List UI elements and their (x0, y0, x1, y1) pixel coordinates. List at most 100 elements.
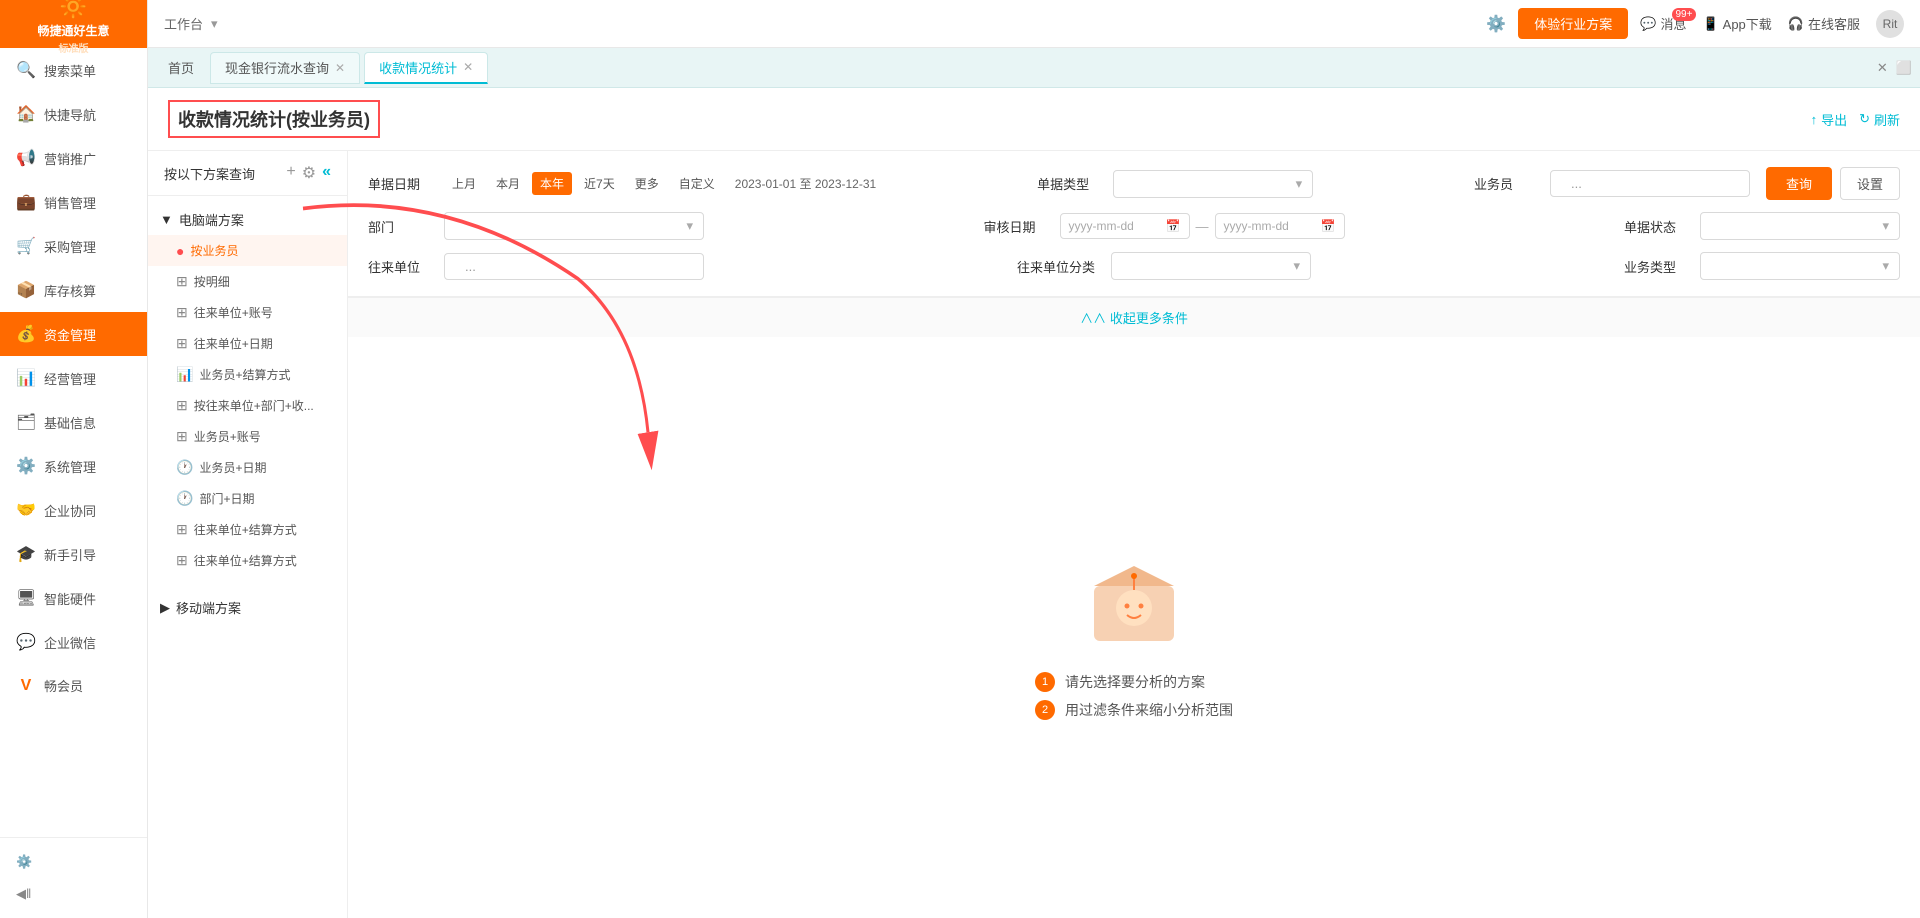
scheme-unit-settlement2[interactable]: ⊞ 往来单位+结算方式 (148, 545, 347, 576)
sidebar-item-finance[interactable]: 💰 资金管理 (0, 312, 147, 356)
vip-icon: V (16, 677, 36, 695)
scheme-label: 业务员+结算方式 (199, 366, 290, 383)
date-tab-thismonth[interactable]: 本月 (488, 172, 528, 195)
sidebar-item-label: 经营管理 (44, 369, 96, 388)
desktop-section-header[interactable]: ▼ 电脑端方案 (148, 204, 347, 235)
scheme-label: 往来单位+日期 (194, 335, 273, 352)
add-scheme-icon[interactable]: + (286, 163, 295, 183)
chevron-down-icon: ▼ (160, 212, 173, 227)
refresh-button[interactable]: ↻ 刷新 (1859, 110, 1900, 129)
scheme-unit-dept-recv[interactable]: ⊞ 按往来单位+部门+收... (148, 390, 347, 421)
sidebar-item-collab[interactable]: 🤝 企业协同 (0, 488, 147, 532)
scheme-icon-dept-recv: ⊞ (176, 397, 188, 414)
sidebar-settings-btn[interactable]: ⚙️ (0, 846, 147, 878)
docstatus-label: 单据状态 (1624, 217, 1684, 236)
tab-maximize-icon[interactable]: ⬜ (1896, 60, 1912, 76)
tab-bank[interactable]: 现金银行流水查询 ✕ (210, 52, 360, 84)
sidebar-item-wechat[interactable]: 💬 企业微信 (0, 620, 147, 664)
step-1-text: 请先选择要分析的方案 (1065, 672, 1205, 692)
sidebar-item-label: 销售管理 (44, 193, 96, 212)
doctype-dropdown-arrow: ▾ (1296, 176, 1303, 192)
filter-settings-button[interactable]: 设置 (1840, 167, 1900, 200)
marketing-icon: 📢 (16, 148, 36, 168)
scheme-salesperson-account[interactable]: ⊞ 业务员+账号 (148, 421, 347, 452)
date-range-display: 2023-01-01 至 2023-12-31 (735, 175, 876, 192)
sidebar-item-label: 基础信息 (44, 413, 96, 432)
online-service-btn[interactable]: 🎧 在线客服 (1788, 14, 1860, 33)
date-tab-thisyear[interactable]: 本年 (532, 172, 572, 195)
sidebar-item-label: 新手引导 (44, 545, 96, 564)
mobile-section: ▶ 移动端方案 (148, 584, 347, 631)
dept-select[interactable]: ▾ (444, 212, 704, 240)
scheme-icon-unit-settle1: ⊞ (176, 521, 188, 538)
collapse-bar[interactable]: ∧∧ 收起更多条件 (348, 297, 1920, 337)
tab-close-all-icon[interactable]: ✕ (1877, 60, 1888, 76)
scheme-dept-date[interactable]: 🕐 部门+日期 (148, 483, 347, 514)
review-date-end[interactable]: yyyy-mm-dd 📅 (1215, 213, 1345, 239)
scheme-salesperson-date[interactable]: 🕐 业务员+日期 (148, 452, 347, 483)
filter-row-3: 往来单位 ... 往来单位分类 ▾ 业务类型 (368, 252, 1900, 280)
message-badge[interactable]: 💬 消息 99+ (1640, 14, 1686, 33)
download-icon: 📱 (1702, 16, 1718, 32)
scheme-settings-icon[interactable]: ⚙ (302, 163, 316, 183)
logo-text: 畅捷通好生意 (37, 22, 109, 39)
counterparty-cat-select[interactable]: ▾ (1111, 252, 1311, 280)
scheme-by-salesperson[interactable]: ● 按业务员 (148, 235, 347, 266)
sidebar-item-sales[interactable]: 💼 销售管理 (0, 180, 147, 224)
query-button[interactable]: 查询 (1766, 167, 1832, 200)
sidebar-item-quicknav[interactable]: 🏠 快捷导航 (0, 92, 147, 136)
sidebar-item-purchase[interactable]: 🛒 采购管理 (0, 224, 147, 268)
app-download-btn[interactable]: 📱 App下载 (1702, 14, 1771, 33)
sidebar-collapse-btn[interactable]: ◀‖ (0, 878, 147, 910)
sidebar-item-vip[interactable]: V 畅会员 (0, 664, 147, 707)
date-tab-7days[interactable]: 近7天 (576, 172, 623, 195)
breadcrumb-arrow: ▾ (211, 16, 218, 32)
empty-steps: 1 请先选择要分析的方案 2 用过滤条件来缩小分析范围 (1035, 672, 1233, 720)
header-settings-icon[interactable]: ⚙️ (1486, 14, 1506, 34)
trial-button[interactable]: 体验行业方案 (1518, 8, 1628, 39)
tab-home[interactable]: 首页 (156, 58, 206, 77)
review-date-end-placeholder: yyyy-mm-dd (1224, 219, 1289, 233)
scheme-unit-date[interactable]: ⊞ 往来单位+日期 (148, 328, 347, 359)
doc-status-select[interactable]: ▾ (1700, 212, 1900, 240)
date-tabs: 上月 本月 本年 近7天 更多 自定义 2023-01-01 至 2023-12… (444, 172, 876, 195)
review-date-label: 审核日期 (984, 217, 1044, 236)
scheme-unit-account[interactable]: ⊞ 往来单位+账号 (148, 297, 347, 328)
page-actions: ↑ 导出 ↻ 刷新 (1811, 110, 1900, 129)
counterparty-more-icon[interactable]: ... (465, 259, 476, 274)
scheme-by-detail[interactable]: ⊞ 按明细 (148, 266, 347, 297)
salesperson-more-icon[interactable]: ... (1571, 176, 1582, 191)
mobile-section-header[interactable]: ▶ 移动端方案 (148, 592, 347, 623)
query-buttons: 查询 设置 (1766, 167, 1900, 200)
tab-receipt-close[interactable]: ✕ (463, 60, 473, 74)
doc-type-select[interactable]: ▾ (1113, 170, 1313, 198)
salesperson-select[interactable]: ... (1550, 170, 1750, 197)
tab-receipt-label: 收款情况统计 (379, 58, 457, 77)
date-tab-more[interactable]: 更多 (627, 172, 667, 195)
left-panel: 按以下方案查询 + ⚙ « ▼ 电脑端方案 ● 按业务员 (148, 151, 348, 918)
tab-receipt[interactable]: 收款情况统计 ✕ (364, 52, 488, 84)
scheme-icon-unit-acct: ⊞ (176, 304, 188, 321)
date-tab-custom[interactable]: 自定义 (671, 172, 723, 195)
user-avatar[interactable]: Rit (1876, 10, 1904, 38)
sidebar-item-baseinfo[interactable]: 🗂 基础信息 (0, 400, 147, 444)
sidebar-item-system[interactable]: ⚙️ 系统管理 (0, 444, 147, 488)
page-header: 收款情况统计(按业务员) ↑ 导出 ↻ 刷新 (148, 88, 1920, 151)
scheme-unit-settlement1[interactable]: ⊞ 往来单位+结算方式 (148, 514, 347, 545)
sidebar-item-inventory[interactable]: 📦 库存核算 (0, 268, 147, 312)
sidebar-item-search[interactable]: 🔍 搜索菜单 (0, 48, 147, 92)
sidebar-item-guide[interactable]: 🎓 新手引导 (0, 532, 147, 576)
sidebar-item-marketing[interactable]: 📢 营销推广 (0, 136, 147, 180)
scheme-salesperson-settlement[interactable]: 📊 业务员+结算方式 (148, 359, 347, 390)
collapse-panel-icon[interactable]: « (322, 163, 331, 183)
tab-bank-close[interactable]: ✕ (335, 61, 345, 75)
counterparty-select[interactable]: ... (444, 253, 704, 280)
scheme-label: 业务员+账号 (194, 428, 261, 445)
sidebar-item-label: 库存核算 (44, 281, 96, 300)
export-button[interactable]: ↑ 导出 (1811, 110, 1848, 129)
date-tab-lastmonth[interactable]: 上月 (444, 172, 484, 195)
biztype-select[interactable]: ▾ (1700, 252, 1900, 280)
sidebar-item-hardware[interactable]: 🖥 智能硬件 (0, 576, 147, 620)
review-date-start[interactable]: yyyy-mm-dd 📅 (1060, 213, 1190, 239)
sidebar-item-operations[interactable]: 📊 经营管理 (0, 356, 147, 400)
